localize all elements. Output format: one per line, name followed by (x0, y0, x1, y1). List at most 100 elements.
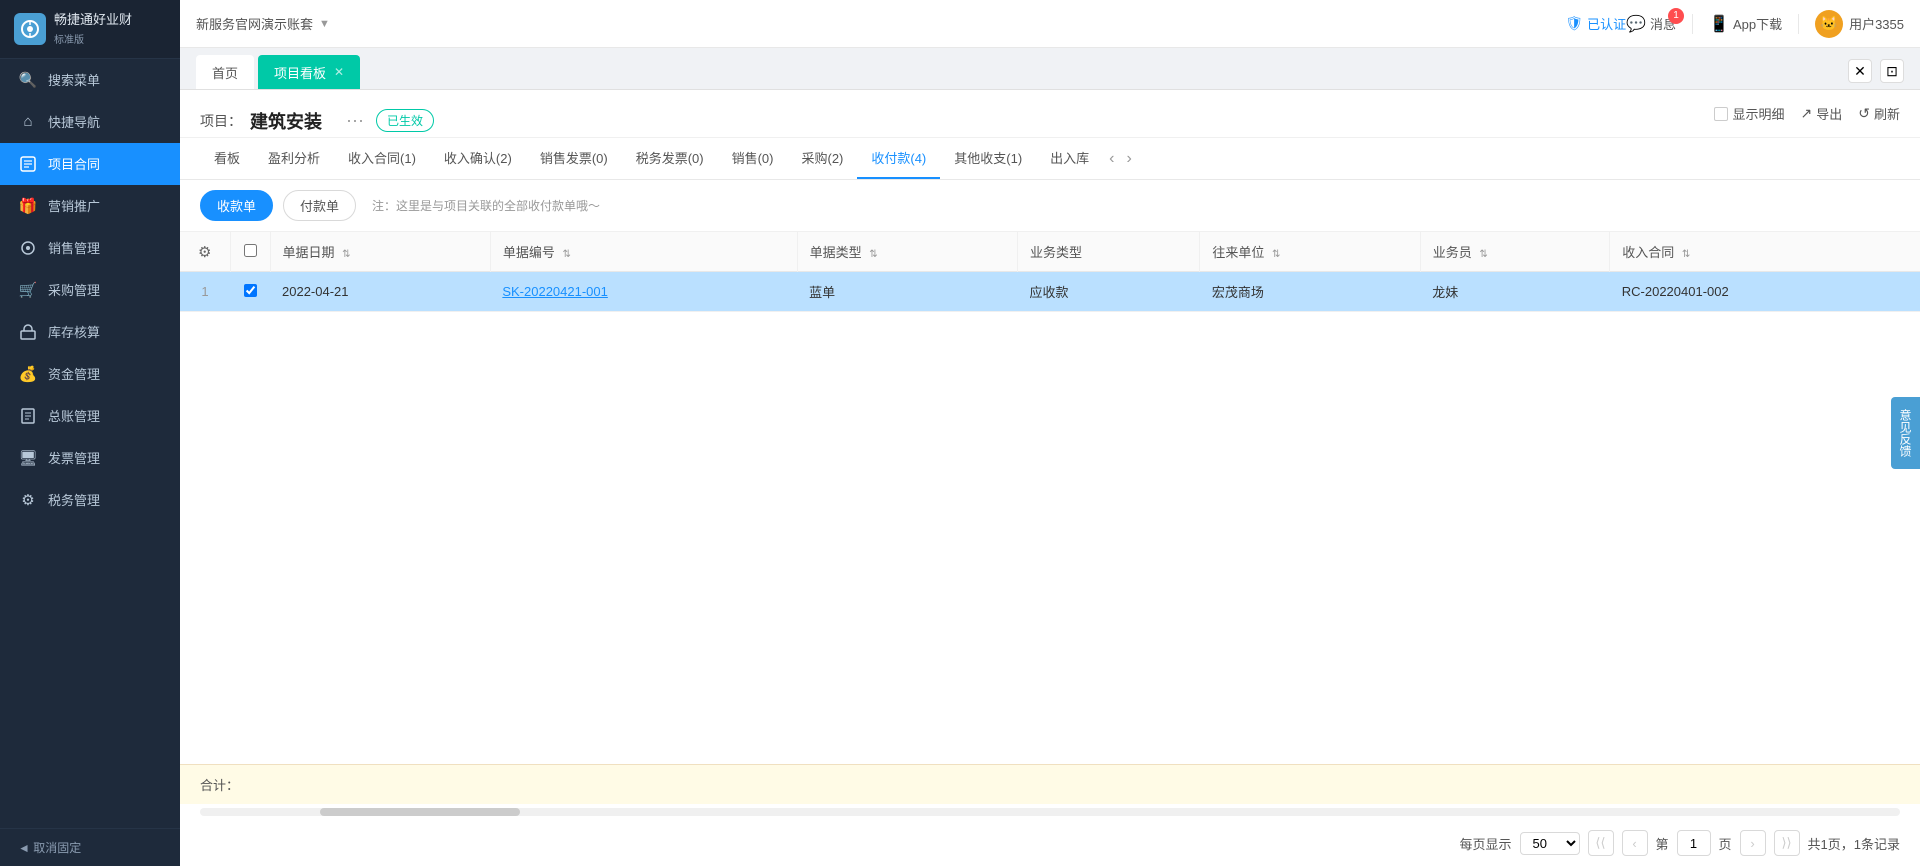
page-input[interactable] (1677, 830, 1711, 856)
next-page-icon: › (1750, 836, 1754, 851)
first-page-button[interactable]: ⟨⟨ (1588, 830, 1614, 856)
sidebar-header: 畅捷通好业财 标准版 (0, 0, 180, 59)
subnav-income-contract[interactable]: 收入合同(1) (334, 138, 430, 179)
col-type: 单据类型 ⇅ (797, 232, 1017, 272)
subnav-kanban[interactable]: 看板 (200, 138, 254, 179)
sidebar-item-project-contract[interactable]: 项目合同 (0, 143, 180, 185)
app-edition: 标准版 (54, 31, 132, 46)
next-page-button[interactable]: › (1740, 830, 1766, 856)
subnav-tax-invoice[interactable]: 税务发票(0) (622, 138, 718, 179)
sidebar-item-marketing[interactable]: 🎁 营销推广 (0, 185, 180, 227)
page-size-select[interactable]: 50 100 200 (1520, 832, 1580, 855)
subnav-receipt-label: 收付款(4) (871, 151, 926, 166)
feedback-label: 意见反馈 (1898, 409, 1912, 457)
message-button[interactable]: 💬 消息 1 (1626, 14, 1676, 34)
app-download-button[interactable]: 📱 App下载 (1709, 14, 1782, 34)
show-detail-label: 显示明细 (1732, 104, 1784, 123)
sort-salesman-icon[interactable]: ⇅ (1479, 249, 1487, 260)
subnav-income-confirm[interactable]: 收入确认(2) (430, 138, 526, 179)
maximize-window-button[interactable]: ⊡ (1880, 59, 1904, 83)
sort-type-icon[interactable]: ⇅ (869, 249, 877, 260)
subnav-profit[interactable]: 盈利分析 (254, 138, 334, 179)
feedback-button[interactable]: 意见反馈 (1891, 397, 1920, 469)
subnav-next-arrow[interactable]: › (1121, 142, 1138, 176)
subnav-sales[interactable]: 销售(0) (718, 138, 788, 179)
row-checkbox-cell (230, 272, 270, 312)
row-checkbox[interactable] (244, 284, 257, 297)
horizontal-scrollbar-track (200, 808, 1900, 816)
subnav-sales-invoice[interactable]: 销售发票(0) (526, 138, 622, 179)
prev-page-button[interactable]: ‹ (1622, 830, 1648, 856)
payment-tab-button[interactable]: 付款单 (283, 190, 356, 221)
subnav-income-contract-label: 收入合同(1) (348, 151, 416, 166)
sidebar-item-inventory-label: 库存核算 (48, 322, 100, 341)
horizontal-scrollbar-thumb[interactable] (320, 808, 520, 816)
sidebar-item-search[interactable]: 🔍 搜索菜单 (0, 59, 180, 101)
last-page-button[interactable]: ⟩⟩ (1774, 830, 1800, 856)
subnav-in-out[interactable]: 出入库 (1036, 138, 1103, 179)
ledger-icon (18, 406, 38, 426)
subnav-purchase-label: 采购(2) (801, 151, 843, 166)
sidebar-item-project-label: 项目合同 (48, 154, 100, 173)
account-dropdown-icon: ▼ (319, 18, 330, 30)
sidebar-item-ledger[interactable]: 总账管理 (0, 395, 180, 437)
select-all-checkbox[interactable] (244, 244, 257, 257)
sidebar-item-sales[interactable]: 销售管理 (0, 227, 180, 269)
sidebar-item-capital[interactable]: 💰 资金管理 (0, 353, 180, 395)
subnav-purchase[interactable]: 采购(2) (787, 138, 857, 179)
sort-income-contract-icon[interactable]: ⇅ (1682, 249, 1690, 260)
col-partner: 往来单位 ⇅ (1200, 232, 1420, 272)
show-detail-checkbox[interactable] (1714, 107, 1728, 121)
tab-close-icon[interactable]: ✕ (334, 65, 344, 79)
avatar: 🐱 (1815, 10, 1843, 38)
sidebar-item-purchase[interactable]: 🛒 采购管理 (0, 269, 180, 311)
sort-number-icon[interactable]: ⇅ (562, 249, 570, 260)
receipt-tab-button[interactable]: 收款单 (200, 190, 273, 221)
export-button[interactable]: ↗ 导出 (1801, 104, 1843, 123)
project-actions: 显示明细 ↗ 导出 ↺ 刷新 (1714, 104, 1900, 137)
col-income-contract-label: 收入合同 (1622, 245, 1674, 260)
col-biz-type-label: 业务类型 (1030, 245, 1082, 260)
sidebar-item-tax[interactable]: ⚙ 税务管理 (0, 479, 180, 521)
refresh-button[interactable]: ↺ 刷新 (1858, 104, 1900, 123)
subnav-prev-arrow[interactable]: ‹ (1103, 142, 1120, 176)
column-settings-icon[interactable]: ⚙ (198, 244, 211, 261)
sidebar-item-inventory[interactable]: 库存核算 (0, 311, 180, 353)
app-logo-icon (14, 13, 46, 45)
toolbar-row: 收款单 付款单 注：这里是与项目关联的全部收付款单哦～ (180, 180, 1920, 232)
subnav-other-income[interactable]: 其他收支(1) (940, 138, 1036, 179)
row-salesman: 龙妹 (1420, 272, 1610, 312)
sidebar-item-invoice[interactable]: 🖥 发票管理 (0, 437, 180, 479)
message-badge: 1 (1668, 8, 1684, 24)
close-window-button[interactable]: ✕ (1848, 59, 1872, 83)
sort-date-icon[interactable]: ⇅ (342, 249, 350, 260)
sidebar-item-sales-label: 销售管理 (48, 238, 100, 257)
project-status-badge: 已生效 (376, 109, 434, 132)
tab-project-board[interactable]: 项目看板 ✕ (258, 55, 360, 89)
inventory-icon (18, 322, 38, 342)
sort-partner-icon[interactable]: ⇅ (1272, 249, 1280, 260)
sidebar-item-capital-label: 资金管理 (48, 364, 100, 383)
show-detail-button[interactable]: 显示明细 (1714, 104, 1784, 123)
user-label: 用户3355 (1849, 14, 1904, 33)
more-options-icon[interactable]: ··· (346, 110, 364, 131)
sidebar-item-quick-nav[interactable]: ⌂ 快捷导航 (0, 101, 180, 143)
tab-home[interactable]: 首页 (196, 55, 254, 89)
col-partner-label: 往来单位 (1212, 245, 1264, 260)
total-info: 共1页，1条记录 (1808, 834, 1900, 853)
user-menu[interactable]: 🐱 用户3355 (1815, 10, 1904, 38)
tab-project-board-label: 项目看板 (274, 63, 326, 82)
table-row[interactable]: 1 2022-04-21 SK-20220421-001 蓝单 应收款 宏茂商场… (180, 272, 1920, 312)
home-icon: ⌂ (18, 112, 38, 132)
sidebar-unpin-button[interactable]: ◄ 取消固定 (0, 828, 180, 866)
message-icon: 💬 (1626, 14, 1646, 34)
subnav-profit-label: 盈利分析 (268, 151, 320, 166)
account-selector[interactable]: 新服务官网演示账套 ▼ (196, 14, 1545, 33)
sidebar: 畅捷通好业财 标准版 🔍 搜索菜单 ⌂ 快捷导航 项目合同 🎁 营销推广 销售管… (0, 0, 180, 866)
invoice-icon: 🖥 (18, 448, 38, 468)
app-download-label: App下载 (1733, 14, 1782, 33)
row-date: 2022-04-21 (270, 272, 490, 312)
sidebar-item-purchase-label: 采购管理 (48, 280, 100, 299)
subnav-receipt[interactable]: 收付款(4) (857, 138, 940, 179)
row-number-link[interactable]: SK-20220421-001 (502, 284, 608, 299)
